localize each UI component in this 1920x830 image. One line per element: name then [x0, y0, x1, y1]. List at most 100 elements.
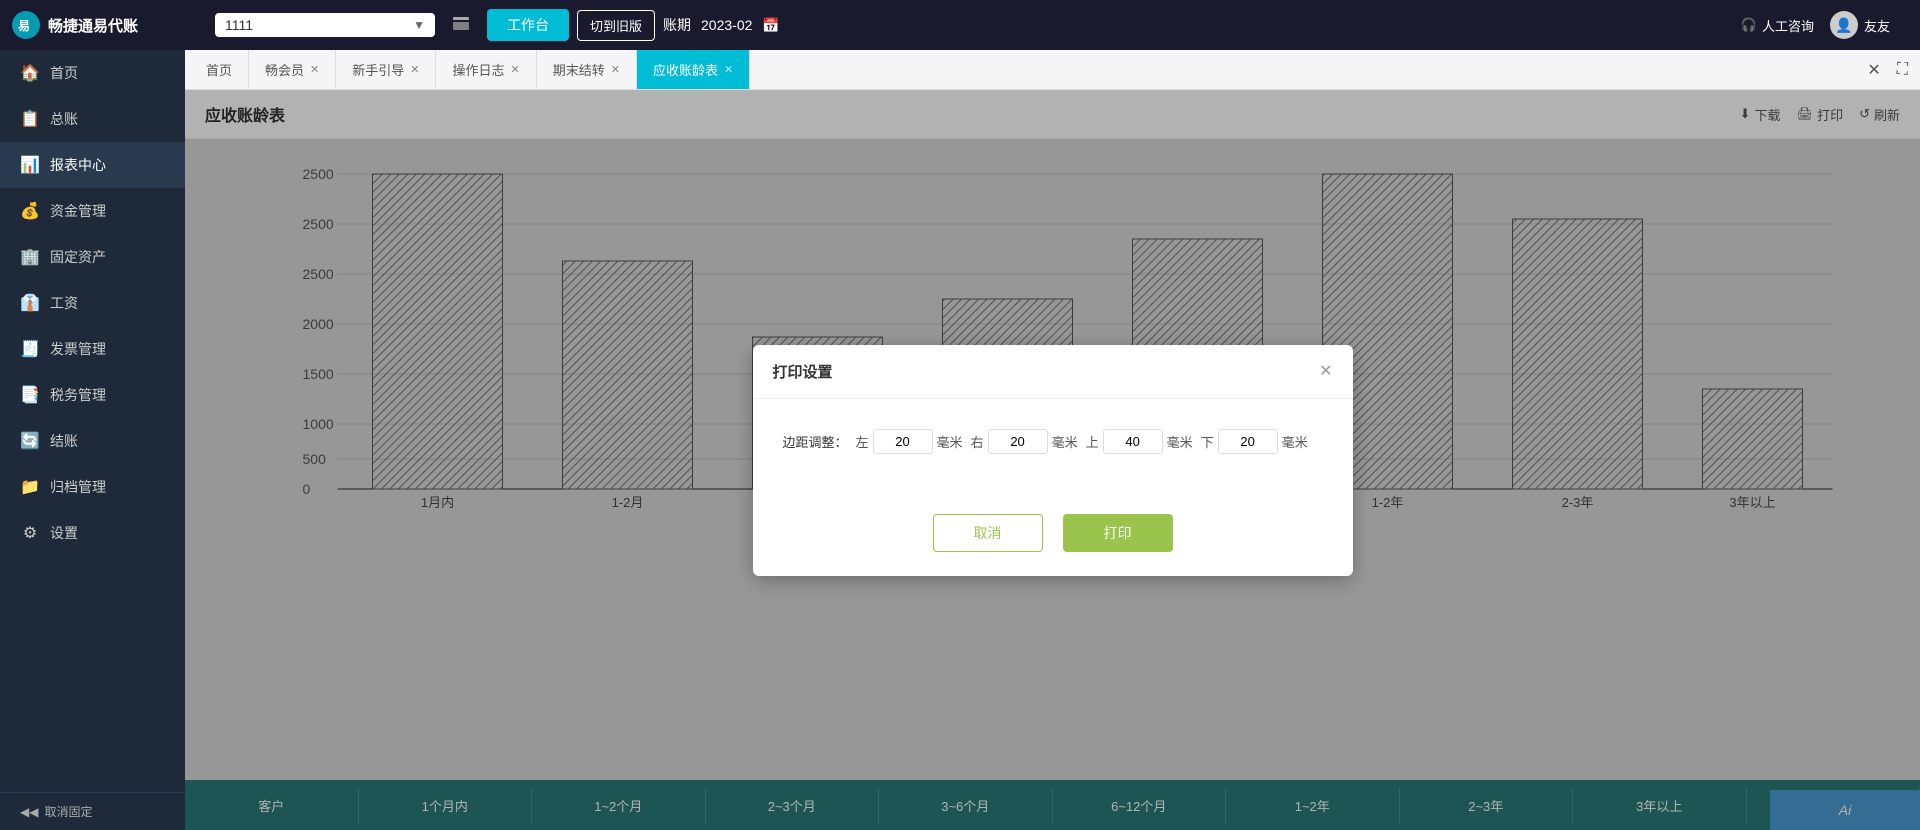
tab-aging[interactable]: 应收账龄表 ✕ — [637, 50, 750, 89]
tab-guide-close[interactable]: ✕ — [410, 63, 419, 76]
header-main: 1111 ▼ 工作台 切到旧版 账期 2023-02 📅 — [205, 0, 1731, 50]
main-layout: 🏠 首页 📋 总账 📊 报表中心 💰 资金管理 🏢 固定资产 👔 工资 — [0, 50, 1920, 830]
payroll-icon: 👔 — [20, 293, 40, 313]
bottom-margin-input[interactable] — [1218, 429, 1278, 454]
tab-home[interactable]: 首页 — [190, 50, 249, 89]
sidebar: 🏠 首页 📋 总账 📊 报表中心 💰 资金管理 🏢 固定资产 👔 工资 — [0, 50, 185, 830]
left-margin-input[interactable] — [873, 429, 933, 454]
sidebar-item-ledger[interactable]: 📋 总账 — [0, 96, 185, 142]
sidebar-item-tax[interactable]: 📑 税务管理 — [0, 372, 185, 418]
modal-header: 打印设置 ✕ — [753, 345, 1353, 399]
tab-aging-label: 应收账龄表 — [653, 60, 718, 79]
modal-title: 打印设置 — [773, 361, 833, 382]
archive-button[interactable] — [443, 9, 479, 42]
sidebar-collapse-btn[interactable]: ◀◀ 取消固定 — [0, 792, 185, 830]
tab-maximize-button[interactable]: ⛶ — [1893, 57, 1912, 83]
bottom-margin-item: 下 毫米 — [1201, 429, 1308, 454]
cancel-button[interactable]: 取消 — [933, 514, 1043, 552]
margin-form-row: 边距调整： 左 毫米 右 毫米 — [783, 429, 1323, 454]
workbench-button[interactable]: 工作台 — [487, 9, 569, 41]
sidebar-label-archive: 归档管理 — [50, 477, 106, 497]
company-selector[interactable]: 1111 ▼ — [215, 13, 435, 37]
reports-icon: 📊 — [20, 155, 40, 175]
avatar: 👤 — [1830, 11, 1858, 39]
tab-guide[interactable]: 新手引导 ✕ — [336, 50, 436, 89]
sidebar-item-checkout[interactable]: 🔄 结账 — [0, 418, 185, 464]
right-margin-item: 右 毫米 — [971, 429, 1078, 454]
page-content: 应收账龄表 ⬇ 下载 🖨 打印 ↺ 刷新 — [185, 90, 1920, 830]
bottom-unit: 毫米 — [1282, 432, 1308, 451]
sidebar-item-settings[interactable]: ⚙ 设置 — [0, 510, 185, 556]
right-unit: 毫米 — [1052, 432, 1078, 451]
sidebar-label-invoice: 发票管理 — [50, 339, 106, 359]
sidebar-label-payroll: 工资 — [50, 293, 78, 313]
modal-footer: 取消 打印 — [753, 504, 1353, 576]
dropdown-icon: ▼ — [413, 18, 425, 32]
header-right: 🎧 人工咨询 👤 友友 — [1741, 11, 1910, 39]
sidebar-label-checkout: 结账 — [50, 431, 78, 451]
sidebar-item-payroll[interactable]: 👔 工资 — [0, 280, 185, 326]
left-margin-label: 左 — [856, 432, 869, 451]
ledger-icon: 📋 — [20, 109, 40, 129]
modal-overlay: 打印设置 ✕ 边距调整： 左 毫米 — [185, 90, 1920, 830]
print-confirm-button[interactable]: 打印 — [1063, 514, 1173, 552]
sidebar-item-assets[interactable]: 🏢 固定资产 — [0, 234, 185, 280]
calendar-icon[interactable]: 📅 — [762, 17, 779, 34]
tab-period-label: 期末结转 — [553, 60, 605, 79]
right-margin-input[interactable] — [988, 429, 1048, 454]
left-margin-item: 左 毫米 — [856, 429, 963, 454]
tab-member-close[interactable]: ✕ — [310, 63, 319, 76]
headset-icon: 🎧 — [1741, 17, 1757, 33]
margin-group: 左 毫米 右 毫米 上 — [856, 429, 1308, 454]
top-margin-input[interactable] — [1103, 429, 1163, 454]
print-settings-modal: 打印设置 ✕ 边距调整： 左 毫米 — [753, 345, 1353, 576]
logo-text: 畅捷通易代账 — [48, 15, 138, 36]
logo-icon: 易 — [10, 9, 42, 41]
sidebar-label-tax: 税务管理 — [50, 385, 106, 405]
tab-log-close[interactable]: ✕ — [511, 63, 520, 76]
header: 易 畅捷通易代账 1111 ▼ 工作台 切到旧版 账期 2023-02 📅 🎧 … — [0, 0, 1920, 50]
period-area: 账期 2023-02 📅 — [663, 15, 780, 35]
top-unit: 毫米 — [1167, 432, 1193, 451]
archive-icon: 📁 — [20, 477, 40, 497]
margin-label: 边距调整： — [783, 432, 848, 451]
tab-aging-close[interactable]: ✕ — [724, 63, 733, 76]
svg-text:易: 易 — [18, 19, 30, 33]
sidebar-label-assets: 固定资产 — [50, 247, 106, 267]
sidebar-label-settings: 设置 — [50, 523, 78, 543]
sidebar-label-home: 首页 — [50, 63, 78, 83]
period-label: 账期 — [663, 15, 691, 35]
bottom-margin-label: 下 — [1201, 432, 1214, 451]
sidebar-label-ledger: 总账 — [50, 109, 78, 129]
tab-log[interactable]: 操作日志 ✕ — [436, 50, 536, 89]
tab-member[interactable]: 畅会员 ✕ — [249, 50, 336, 89]
sidebar-item-home[interactable]: 🏠 首页 — [0, 50, 185, 96]
sidebar-item-funds[interactable]: 💰 资金管理 — [0, 188, 185, 234]
sidebar-item-reports[interactable]: 📊 报表中心 — [0, 142, 185, 188]
tab-member-label: 畅会员 — [265, 60, 304, 79]
switch-version-button[interactable]: 切到旧版 — [577, 10, 655, 41]
collapse-label: 取消固定 — [44, 803, 92, 820]
avatar-icon: 👤 — [1835, 17, 1852, 34]
modal-close-button[interactable]: ✕ — [1319, 361, 1332, 381]
sidebar-label-reports: 报表中心 — [50, 155, 106, 175]
sidebar-item-invoice[interactable]: 🧾 发票管理 — [0, 326, 185, 372]
left-unit: 毫米 — [937, 432, 963, 451]
tab-log-label: 操作日志 — [452, 60, 504, 79]
period-value: 2023-02 — [701, 17, 752, 33]
tab-close-button[interactable]: ✕ — [1863, 56, 1884, 84]
consult-button[interactable]: 🎧 人工咨询 — [1741, 16, 1814, 35]
logo-area: 易 畅捷通易代账 — [10, 9, 195, 41]
right-margin-label: 右 — [971, 432, 984, 451]
invoice-icon: 🧾 — [20, 339, 40, 359]
sidebar-item-archive[interactable]: 📁 归档管理 — [0, 464, 185, 510]
modal-body: 边距调整： 左 毫米 右 毫米 — [753, 399, 1353, 504]
assets-icon: 🏢 — [20, 247, 40, 267]
tab-period[interactable]: 期末结转 ✕ — [537, 50, 637, 89]
settings-icon: ⚙ — [20, 523, 40, 543]
content-area: 首页 畅会员 ✕ 新手引导 ✕ 操作日志 ✕ 期末结转 ✕ 应收账龄表 ✕ — [185, 50, 1920, 830]
user-label: 友友 — [1864, 16, 1890, 35]
top-margin-item: 上 毫米 — [1086, 429, 1193, 454]
tab-period-close[interactable]: ✕ — [611, 63, 620, 76]
user-area[interactable]: 👤 友友 — [1830, 11, 1890, 39]
